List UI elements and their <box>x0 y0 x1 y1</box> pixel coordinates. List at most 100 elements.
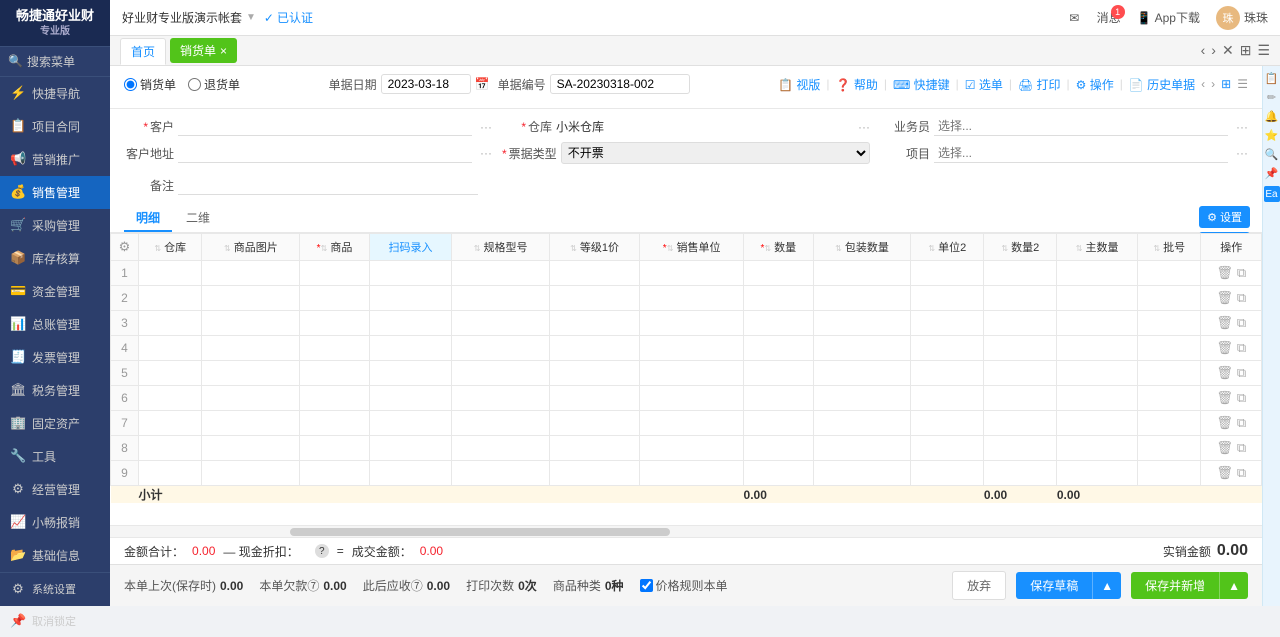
user-profile[interactable]: 珠 珠珠 <box>1216 6 1268 30</box>
cell-product[interactable] <box>300 436 370 461</box>
gear-icon[interactable]: ⚙ <box>119 239 131 254</box>
row-copy-icon[interactable]: ⧉ <box>1237 440 1246 456</box>
cell-pkg-qty[interactable] <box>813 261 911 286</box>
cell-pkg-qty[interactable] <box>813 336 911 361</box>
price-rule-checkbox[interactable]: 价格规则本单 <box>640 577 728 594</box>
cell-price1[interactable] <box>550 336 640 361</box>
cell-warehouse[interactable] <box>139 336 202 361</box>
cell-sales-unit[interactable] <box>640 386 744 411</box>
salesperson-input[interactable] <box>934 117 1228 136</box>
cell-pkg-qty[interactable] <box>813 286 911 311</box>
sidebar-nav-cancel-fix[interactable]: 📌 取消锁定 <box>0 605 110 637</box>
cell-warehouse[interactable] <box>139 461 202 486</box>
cell-sales-unit[interactable] <box>640 286 744 311</box>
cell-main-qty[interactable] <box>1057 336 1138 361</box>
cell-unit2[interactable] <box>911 386 984 411</box>
cell-barcode-entry[interactable] <box>369 361 452 386</box>
cell-pkg-qty[interactable] <box>813 461 911 486</box>
number-input[interactable] <box>550 74 690 94</box>
cell-unit2[interactable] <box>911 411 984 436</box>
row-copy-icon[interactable]: ⧉ <box>1237 465 1246 481</box>
side-icon-pin[interactable]: 📌 <box>1265 167 1279 180</box>
cell-product-img[interactable] <box>202 286 300 311</box>
toolbar-grid2[interactable]: ☰ <box>1237 77 1248 91</box>
cell-product[interactable] <box>300 261 370 286</box>
tab-close-all-icon[interactable]: ✕ <box>1222 42 1234 59</box>
tab-prev-icon[interactable]: ‹ <box>1201 42 1206 59</box>
remark-input[interactable] <box>178 176 478 195</box>
cell-qty[interactable] <box>744 361 814 386</box>
row-copy-icon[interactable]: ⧉ <box>1237 390 1246 406</box>
cell-spec[interactable] <box>452 286 550 311</box>
cell-qty2[interactable] <box>984 436 1057 461</box>
cell-pkg-qty[interactable] <box>813 386 911 411</box>
sidebar-nav-sales[interactable]: 💰 销售管理 <box>0 176 110 209</box>
date-input[interactable] <box>381 74 471 94</box>
toolbar-print[interactable]: 🖨 打印 <box>1018 76 1061 93</box>
cell-pkg-qty[interactable] <box>813 361 911 386</box>
cell-batch[interactable] <box>1137 261 1200 286</box>
cell-barcode-entry[interactable] <box>369 411 452 436</box>
setup-button[interactable]: ⚙ 设置 <box>1199 206 1250 228</box>
sidebar-nav-settings[interactable]: ⚙ 系统设置 <box>0 573 110 605</box>
sidebar-nav-accounts[interactable]: 📊 总账管理 <box>0 308 110 341</box>
cell-spec[interactable] <box>452 436 550 461</box>
radio-return-input[interactable] <box>188 78 201 91</box>
cell-batch[interactable] <box>1137 436 1200 461</box>
cell-barcode-entry[interactable] <box>369 261 452 286</box>
scroll-thumb[interactable] <box>290 528 670 536</box>
cell-qty2[interactable] <box>984 386 1057 411</box>
address-dots[interactable]: ··· <box>480 146 492 160</box>
cell-main-qty[interactable] <box>1057 461 1138 486</box>
cell-product-img[interactable] <box>202 336 300 361</box>
cell-qty[interactable] <box>744 386 814 411</box>
save-draft-dropdown[interactable]: ▲ <box>1092 572 1121 599</box>
cell-spec[interactable] <box>452 461 550 486</box>
row-delete-icon[interactable]: 🗑 <box>1216 265 1233 281</box>
row-copy-icon[interactable]: ⧉ <box>1237 315 1246 331</box>
cell-qty2[interactable] <box>984 461 1057 486</box>
cell-unit2[interactable] <box>911 361 984 386</box>
cell-barcode-entry[interactable] <box>369 461 452 486</box>
toolbar-shortcut[interactable]: ⌨ 快捷键 <box>893 76 950 93</box>
cell-product-img[interactable] <box>202 411 300 436</box>
cell-warehouse[interactable] <box>139 261 202 286</box>
side-icon-edit[interactable]: ✏ <box>1267 91 1276 104</box>
cell-unit2[interactable] <box>911 311 984 336</box>
question-icon[interactable]: ? <box>315 544 329 558</box>
cell-warehouse[interactable] <box>139 436 202 461</box>
side-icon-bell[interactable]: 🔔 <box>1265 110 1279 123</box>
save-new-dropdown[interactable]: ▲ <box>1219 572 1248 599</box>
radio-sales-order[interactable]: 销货单 <box>124 76 176 93</box>
cell-qty[interactable] <box>744 436 814 461</box>
row-delete-icon[interactable]: 🗑 <box>1216 340 1233 356</box>
cell-barcode-entry[interactable] <box>369 436 452 461</box>
side-icon-star[interactable]: ⭐ <box>1265 129 1279 142</box>
row-copy-icon[interactable]: ⧉ <box>1237 340 1246 356</box>
sidebar-nav-invoice[interactable]: 🧾 发票管理 <box>0 341 110 374</box>
tab-next-icon[interactable]: › <box>1211 42 1216 59</box>
company-dropdown-icon[interactable]: ▼ <box>246 12 256 23</box>
row-delete-icon[interactable]: 🗑 <box>1216 290 1233 306</box>
radio-sales-input[interactable] <box>124 78 137 91</box>
cell-unit2[interactable] <box>911 261 984 286</box>
cell-warehouse[interactable] <box>139 411 202 436</box>
cell-qty2[interactable] <box>984 286 1057 311</box>
ticket-select[interactable]: 不开票 增值税普通发票 增值税专用发票 <box>561 142 870 164</box>
project-input[interactable] <box>934 144 1228 163</box>
cell-batch[interactable] <box>1137 461 1200 486</box>
cell-qty[interactable] <box>744 286 814 311</box>
cell-product[interactable] <box>300 311 370 336</box>
cell-spec[interactable] <box>452 261 550 286</box>
sidebar-nav-basic[interactable]: 📂 基础信息 <box>0 539 110 572</box>
row-copy-icon[interactable]: ⧉ <box>1237 365 1246 381</box>
cell-qty[interactable] <box>744 336 814 361</box>
tab-list-icon[interactable]: ☰ <box>1257 42 1270 59</box>
cell-qty[interactable] <box>744 461 814 486</box>
cell-product-img[interactable] <box>202 461 300 486</box>
salesperson-dots[interactable]: ··· <box>1236 120 1248 134</box>
sidebar-nav-marketing[interactable]: 📢 营销推广 <box>0 143 110 176</box>
cell-sales-unit[interactable] <box>640 336 744 361</box>
cell-qty2[interactable] <box>984 361 1057 386</box>
cell-sales-unit[interactable] <box>640 411 744 436</box>
